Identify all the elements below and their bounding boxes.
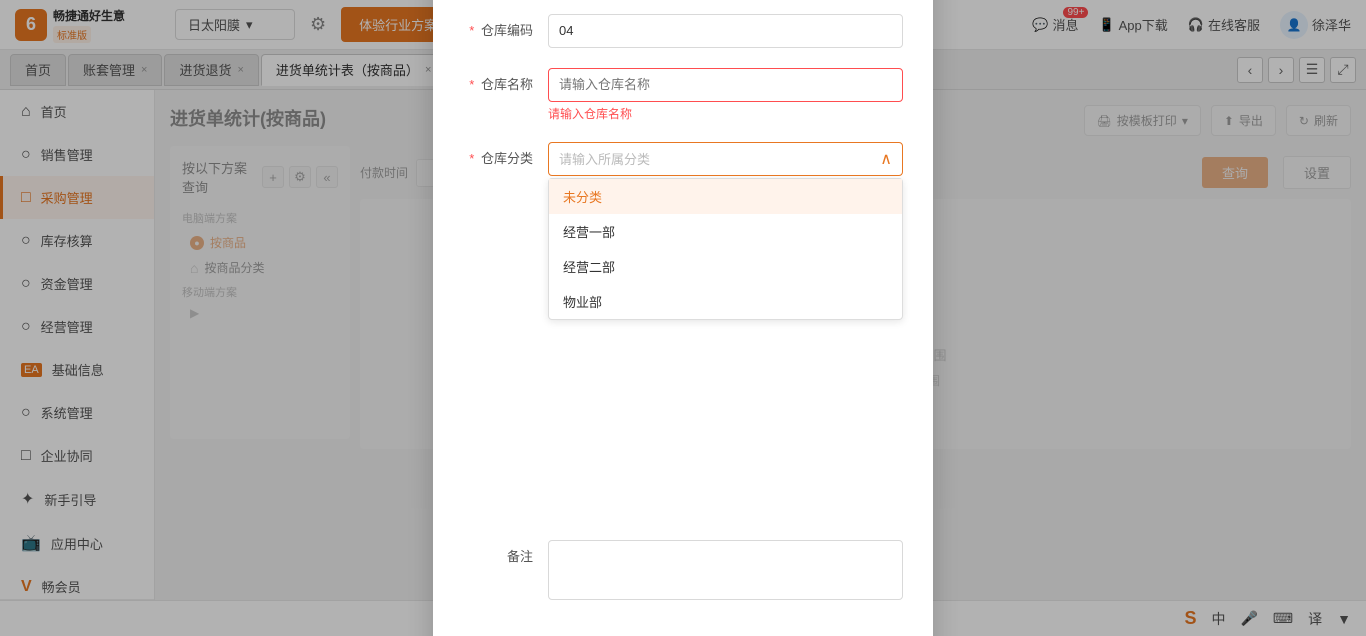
new-warehouse-modal: 新增仓库 × * 仓库编码 * 仓库名称 bbox=[433, 0, 933, 636]
code-row: * 仓库编码 bbox=[463, 14, 903, 48]
code-label: * 仓库编码 bbox=[463, 14, 533, 39]
dropdown-item-unclassified[interactable]: 未分类 bbox=[549, 179, 902, 214]
name-row: * 仓库名称 请输入仓库名称 bbox=[463, 68, 903, 122]
category-row: * 仓库分类 请输入所属分类 ∧ 未分类 经营一部 经营二部 物业部 bbox=[463, 142, 903, 320]
note-row: 备注 bbox=[463, 540, 903, 603]
category-label: * 仓库分类 bbox=[463, 142, 533, 167]
name-input[interactable] bbox=[548, 68, 903, 102]
code-input[interactable] bbox=[548, 14, 903, 48]
name-control: 请输入仓库名称 bbox=[548, 68, 903, 122]
required-star-cat: * bbox=[469, 151, 474, 166]
chevron-up-icon: ∧ bbox=[880, 149, 892, 169]
name-label: * 仓库名称 bbox=[463, 68, 533, 93]
category-placeholder: 请输入所属分类 bbox=[559, 149, 650, 168]
dropdown-item-dept1[interactable]: 经营一部 bbox=[549, 214, 902, 249]
dropdown-item-dept2[interactable]: 经营二部 bbox=[549, 249, 902, 284]
category-selector[interactable]: 请输入所属分类 ∧ bbox=[548, 142, 903, 176]
code-control bbox=[548, 14, 903, 48]
note-input[interactable] bbox=[548, 540, 903, 600]
category-control: 请输入所属分类 ∧ 未分类 经营一部 经营二部 物业部 bbox=[548, 142, 903, 320]
required-star-code: * bbox=[469, 23, 474, 38]
dropdown-item-property[interactable]: 物业部 bbox=[549, 284, 902, 319]
category-dropdown: 未分类 经营一部 经营二部 物业部 bbox=[548, 178, 903, 320]
required-star-name: * bbox=[469, 77, 474, 92]
note-control bbox=[548, 540, 903, 603]
modal-overlay: 新增仓库 × * 仓库编码 * 仓库名称 bbox=[0, 0, 1366, 636]
modal-body: * 仓库编码 * 仓库名称 请输入仓库名称 bbox=[433, 0, 933, 636]
note-label: 备注 bbox=[463, 540, 533, 565]
name-error-msg: 请输入仓库名称 bbox=[548, 105, 903, 122]
